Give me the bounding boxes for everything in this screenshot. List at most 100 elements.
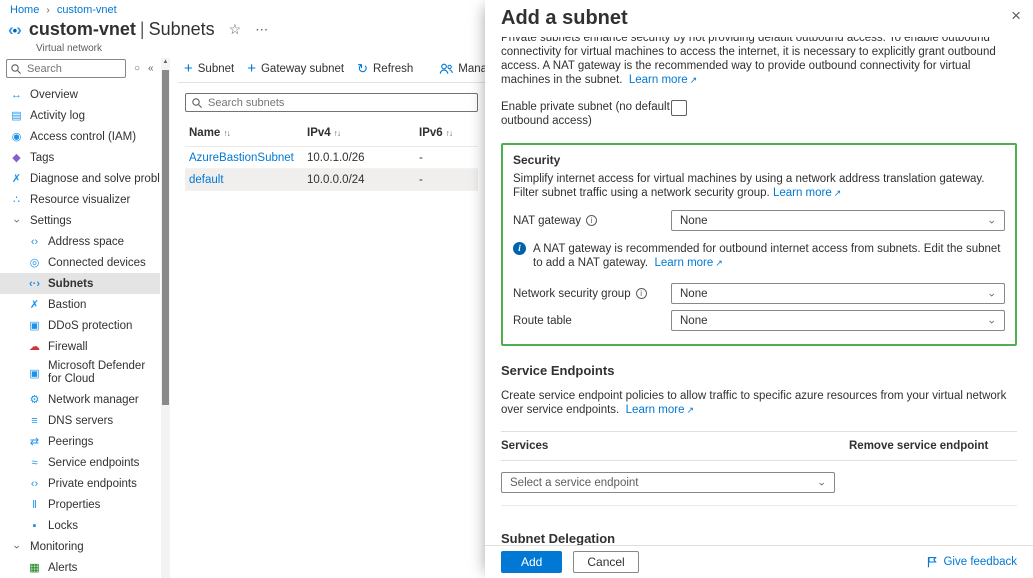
add-button[interactable]: Add xyxy=(501,551,562,573)
network-security-group-dropdown[interactable]: None› xyxy=(671,283,1005,304)
properties-icon: ‖ xyxy=(28,499,41,511)
sidebar-item-tags[interactable]: ◆Tags xyxy=(0,147,160,168)
add-gateway-subnet-button[interactable]: +Gateway subnet xyxy=(247,63,344,75)
sidebar-item-overview[interactable]: ↔Overview xyxy=(0,84,160,105)
access-control-icon: ◉ xyxy=(10,130,23,143)
bastion-icon: ✗ xyxy=(28,298,41,311)
chevron-down-icon: › xyxy=(985,289,999,302)
subnet-name-link[interactable]: AzureBastionSubnet xyxy=(189,152,307,164)
give-feedback-link[interactable]: Give feedback xyxy=(926,556,1017,568)
diagnose-icon: ✗ xyxy=(10,172,23,185)
search-icon xyxy=(191,97,203,109)
nat-gateway-dropdown[interactable]: None› xyxy=(671,210,1005,231)
table-row[interactable]: default10.0.0.0/24- xyxy=(185,169,478,191)
breadcrumb-current[interactable]: custom-vnet xyxy=(57,4,117,16)
manage-users-button[interactable]: Manage users xyxy=(439,63,485,75)
chevron-down-icon: › xyxy=(985,216,999,229)
sidebar-item-locks[interactable]: ▪Locks xyxy=(0,515,160,536)
service-endpoint-dropdown[interactable]: Select a service endpoint› xyxy=(501,472,835,493)
sidebar-item-firewall[interactable]: ☁Firewall xyxy=(0,336,160,357)
info-hint-icon[interactable]: i xyxy=(586,215,597,226)
column-header-ipv6[interactable]: IPv6↑↓ xyxy=(419,127,478,139)
scroll-up-icon[interactable]: ▲ xyxy=(161,59,170,65)
private-subnet-checkbox[interactable] xyxy=(671,100,687,116)
add-subnet-button[interactable]: + Subnet xyxy=(184,63,234,75)
favorite-star-icon[interactable]: ☆ xyxy=(229,21,242,38)
plus-icon: + xyxy=(184,63,193,75)
sidebar-item-label: Peerings xyxy=(48,436,93,448)
external-link-icon: ↗ xyxy=(715,258,723,268)
alerts-icon: ▦ xyxy=(28,561,41,574)
learn-more-link[interactable]: Learn more↗ xyxy=(654,257,722,269)
sidebar-group-settings[interactable]: ›Settings xyxy=(0,210,160,231)
sidebar-item-label: Bastion xyxy=(48,299,86,311)
sidebar: ○ « ↔Overview ▤ Activity log ◉Access contro… xyxy=(0,58,160,578)
sidebar-item-label: Private endpoints xyxy=(48,478,137,490)
sidebar-item-label: Subnets xyxy=(48,278,93,290)
tags-icon: ◆ xyxy=(10,151,23,164)
subnet-name-link[interactable]: default xyxy=(189,174,307,186)
sidebar-scrollbar-thumb[interactable] xyxy=(162,70,169,405)
sidebar-item-diagnose-and-solve-problems[interactable]: ✗ Diagnose and solve problems xyxy=(0,168,160,189)
sidebar-item-label: Activity log xyxy=(30,110,85,122)
sidebar-item-alerts[interactable]: ▦Alerts xyxy=(0,557,160,578)
sidebar-item-label: Settings xyxy=(30,215,72,227)
sidebar-item-properties[interactable]: ‖Properties xyxy=(0,494,160,515)
activity-log-icon: ▤ xyxy=(10,109,23,122)
command-label: Subnet xyxy=(198,63,234,75)
subnet-ipv4-value: 10.0.0.0/24 xyxy=(307,174,419,186)
sidebar-item-private-endpoints[interactable]: ‹›Private endpoints xyxy=(0,473,160,494)
dns-servers-icon: ≡ xyxy=(28,415,41,427)
remove-endpoint-column-header: Remove service endpoint xyxy=(849,439,1017,453)
ddos-protection-icon: ▣ xyxy=(28,319,41,332)
sidebar-item-activity-log[interactable]: ▤ Activity log xyxy=(0,105,160,126)
network-security-group-row: Network security groupi None› xyxy=(513,283,1005,304)
learn-more-link[interactable]: Learn more↗ xyxy=(629,74,697,86)
sidebar-search-row: ○ « xyxy=(0,58,160,84)
route-table-dropdown[interactable]: None› xyxy=(671,310,1005,331)
collapse-sidebar-icon[interactable]: « xyxy=(148,63,154,74)
info-hint-icon[interactable]: i xyxy=(636,288,647,299)
close-icon[interactable]: × xyxy=(1011,7,1021,24)
sidebar-item-dns-servers[interactable]: ≡ DNS servers xyxy=(0,410,160,431)
refresh-button[interactable]: ↻Refresh xyxy=(357,61,413,77)
sidebar-item-address-space[interactable]: ‹›Address space xyxy=(0,231,160,252)
cancel-button[interactable]: Cancel xyxy=(573,551,638,573)
sidebar-item-resource-visualizer[interactable]: ∴Resource visualizer xyxy=(0,189,160,210)
resource-visualizer-icon: ∴ xyxy=(10,193,23,206)
column-header-name[interactable]: Name↑↓ xyxy=(189,127,307,139)
sidebar-item-connected-devices[interactable]: ◎Connected devices xyxy=(0,252,160,273)
locks-icon: ▪ xyxy=(28,520,41,532)
external-link-icon: ↗ xyxy=(686,405,694,415)
sidebar-item-microsoft-defender-for-cloud[interactable]: ▣Microsoft Defender for Cloud xyxy=(0,357,160,389)
sidebar-item-ddos-protection[interactable]: ▣DDoS protection xyxy=(0,315,160,336)
title-row: ‹•› custom-vnet|Subnets ☆ ⋯ xyxy=(8,19,269,40)
column-header-ipv4[interactable]: IPv4↑↓ xyxy=(307,127,419,139)
search-icon xyxy=(10,63,22,75)
sidebar-item-subnets[interactable]: ‹·›Subnets xyxy=(0,273,160,294)
table-row[interactable]: AzureBastionSubnet10.0.1.0/26- xyxy=(185,147,478,169)
people-icon xyxy=(439,63,453,75)
learn-more-link[interactable]: Learn more↗ xyxy=(626,404,694,416)
sidebar-item-network-manager[interactable]: ⚙Network manager xyxy=(0,389,160,410)
more-options-icon[interactable]: ⋯ xyxy=(255,22,269,38)
sidebar-item-label: DNS servers xyxy=(48,415,113,427)
nat-gateway-label: NAT gatewayi xyxy=(513,214,671,228)
sidebar-search-input[interactable] xyxy=(6,59,126,78)
sidebar-group-monitoring[interactable]: ›Monitoring xyxy=(0,536,160,557)
sidebar-item-service-endpoints[interactable]: ≈Service endpoints xyxy=(0,452,160,473)
sidebar-scrollbar-track[interactable]: ▲ xyxy=(161,58,170,578)
learn-more-link[interactable]: Learn more↗ xyxy=(773,187,841,199)
sidebar-item-bastion[interactable]: ✗ Bastion xyxy=(0,294,160,315)
subnets-main-pane: + Subnet +Gateway subnet ↻Refresh Manage … xyxy=(178,56,485,578)
subnet-search xyxy=(185,93,478,112)
sidebar-item-peerings[interactable]: ⇄Peerings xyxy=(0,431,160,452)
feedback-flag-icon xyxy=(926,556,938,568)
subnet-ipv6-value: - xyxy=(419,174,478,186)
sidebar-item-access-control-iam[interactable]: ◉Access control (IAM) xyxy=(0,126,160,147)
circle-icon[interactable]: ○ xyxy=(134,63,140,74)
breadcrumb-home[interactable]: Home xyxy=(10,4,39,16)
subnet-search-input[interactable] xyxy=(185,93,478,112)
connected-devices-icon: ◎ xyxy=(28,256,41,269)
sidebar-item-label: Diagnose and solve problems xyxy=(30,173,160,185)
